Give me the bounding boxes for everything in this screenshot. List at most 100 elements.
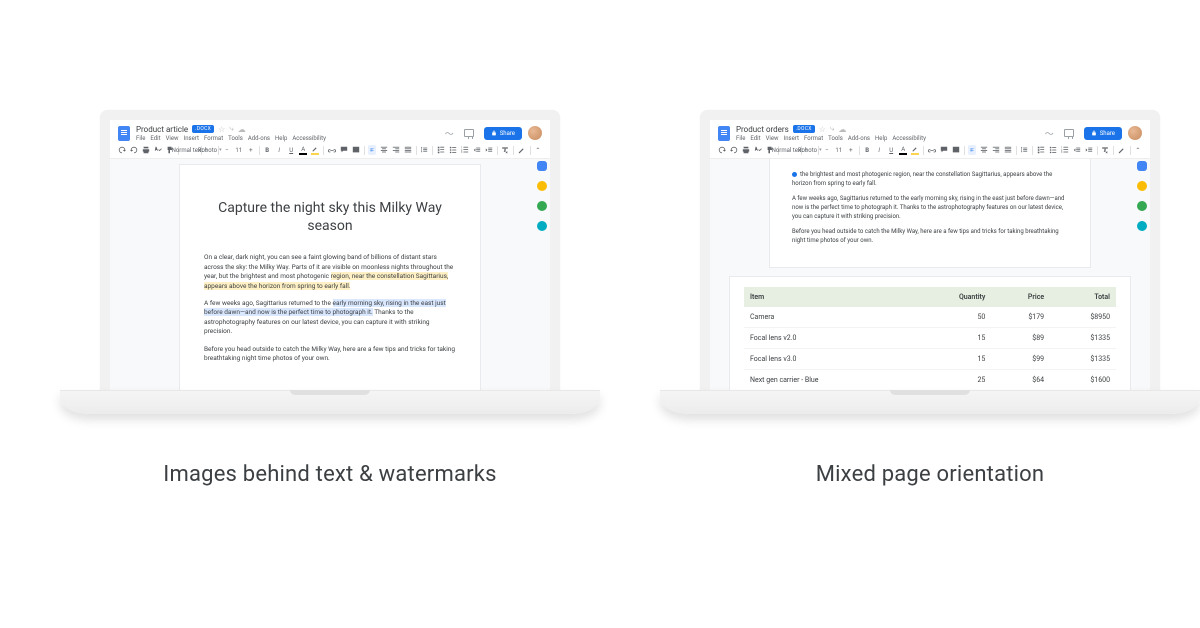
bold-button[interactable]: B [863,145,871,155]
menu-insert[interactable]: Insert [784,135,799,142]
menu-file[interactable]: File [136,135,145,142]
chevron-up-icon[interactable]: ⌃ [534,145,542,155]
redo-button[interactable] [130,145,138,155]
contacts-chip-icon[interactable] [1137,221,1147,231]
menu-addons[interactable]: Add-ons [248,135,270,142]
align-left-button[interactable] [968,145,976,155]
menu-edit[interactable]: Edit [750,135,760,142]
avatar[interactable] [528,126,542,140]
menu-file[interactable]: File [736,135,745,142]
comment-button[interactable] [940,145,948,155]
table-row[interactable]: Focal lens v2.015$89$1335 [744,328,1116,349]
underline-button[interactable]: U [287,145,295,155]
menu-help[interactable]: Help [275,135,287,142]
font-size-field[interactable]: 11 [235,145,243,155]
menu-format[interactable]: Format [204,135,223,142]
document-page[interactable]: Capture the night sky this Milky Way sea… [180,165,480,390]
italic-button[interactable]: I [275,145,283,155]
font-dropdown[interactable]: Roboto [805,145,814,155]
menu-accessibility[interactable]: Accessibility [292,135,326,142]
star-icon[interactable]: ☆ [218,125,225,134]
underline-button[interactable]: U [887,145,895,155]
edit-mode-button[interactable] [1118,145,1126,155]
menu-accessibility[interactable]: Accessibility [892,135,926,142]
outdent-button[interactable] [473,145,481,155]
menu-help[interactable]: Help [875,135,887,142]
line-spacing-button[interactable] [1020,145,1028,155]
star-icon[interactable]: ☆ [819,125,826,134]
menu-view[interactable]: View [766,135,779,142]
align-right-button[interactable] [392,145,400,155]
paragraph-style-dropdown[interactable]: Normal text [182,145,196,155]
menu-tools[interactable]: Tools [228,135,243,142]
chevron-up-icon[interactable]: ⌃ [1134,145,1142,155]
cloud-icon[interactable]: ☁ [838,125,846,134]
font-size-field[interactable]: 11 [835,145,843,155]
menu-view[interactable]: View [166,135,179,142]
table-row[interactable]: Next gen carrier - Blue25$64$1600 [744,370,1116,390]
clear-format-button[interactable] [1101,145,1109,155]
numbered-list-button[interactable]: 123 [1061,145,1069,155]
undo-button[interactable] [118,145,126,155]
outdent-button[interactable] [1073,145,1081,155]
present-icon[interactable] [464,129,474,137]
table-row[interactable]: Camera50$179$8950 [744,307,1116,328]
align-justify-button[interactable] [1004,145,1012,155]
edit-mode-button[interactable] [518,145,526,155]
menu-format[interactable]: Format [804,135,823,142]
move-icon[interactable]: ⤷ [830,124,834,134]
italic-button[interactable]: I [875,145,883,155]
keep-chip-icon[interactable] [1137,181,1147,191]
align-right-button[interactable] [992,145,1000,155]
indent-button[interactable] [485,145,493,155]
checklist-button[interactable] [1037,145,1045,155]
image-button[interactable] [952,145,960,155]
menu-addons[interactable]: Add-ons [848,135,870,142]
font-size-inc[interactable]: + [247,145,255,155]
image-button[interactable] [352,145,360,155]
checklist-button[interactable] [437,145,445,155]
text-color-button[interactable]: A [299,145,307,155]
line-spacing-button[interactable] [420,145,428,155]
font-size-dec[interactable]: − [823,145,831,155]
redo-button[interactable] [730,145,738,155]
font-size-dec[interactable]: − [223,145,231,155]
spellcheck-button[interactable] [754,145,762,155]
menu-insert[interactable]: Insert [184,135,199,142]
highlight-button[interactable] [911,145,919,155]
bullet-list-button[interactable] [1049,145,1057,155]
calendar-chip-icon[interactable] [1137,161,1147,171]
paragraph-style-dropdown[interactable]: Normal text [782,145,796,155]
avatar[interactable] [1128,126,1142,140]
font-dropdown[interactable]: Roboto [205,145,214,155]
text-color-button[interactable]: A [899,145,907,155]
document-title[interactable]: Product article [136,125,188,134]
highlight-button[interactable] [311,145,319,155]
clear-format-button[interactable] [501,145,509,155]
cloud-icon[interactable]: ☁ [238,125,246,134]
keep-chip-icon[interactable] [537,181,547,191]
spellcheck-button[interactable] [154,145,162,155]
align-left-button[interactable] [368,145,376,155]
present-icon[interactable] [1064,129,1074,137]
move-icon[interactable]: ⤷ [229,124,233,134]
activity-icon[interactable]: 〜 [445,127,454,140]
link-button[interactable] [928,145,936,155]
comment-button[interactable] [340,145,348,155]
undo-button[interactable] [718,145,726,155]
contacts-chip-icon[interactable] [537,221,547,231]
share-button[interactable]: Share [484,127,522,140]
indent-button[interactable] [1085,145,1093,155]
font-size-inc[interactable]: + [847,145,855,155]
document-page-portrait[interactable]: the brightest and most photogenic region… [770,159,1090,267]
align-center-button[interactable] [980,145,988,155]
print-button[interactable] [142,145,150,155]
bullet-list-button[interactable] [449,145,457,155]
tasks-chip-icon[interactable] [537,201,547,211]
table-row[interactable]: Focal lens v3.015$99$1335 [744,349,1116,370]
align-justify-button[interactable] [404,145,412,155]
menu-edit[interactable]: Edit [150,135,160,142]
print-button[interactable] [742,145,750,155]
calendar-chip-icon[interactable] [537,161,547,171]
activity-icon[interactable]: 〜 [1045,127,1054,140]
